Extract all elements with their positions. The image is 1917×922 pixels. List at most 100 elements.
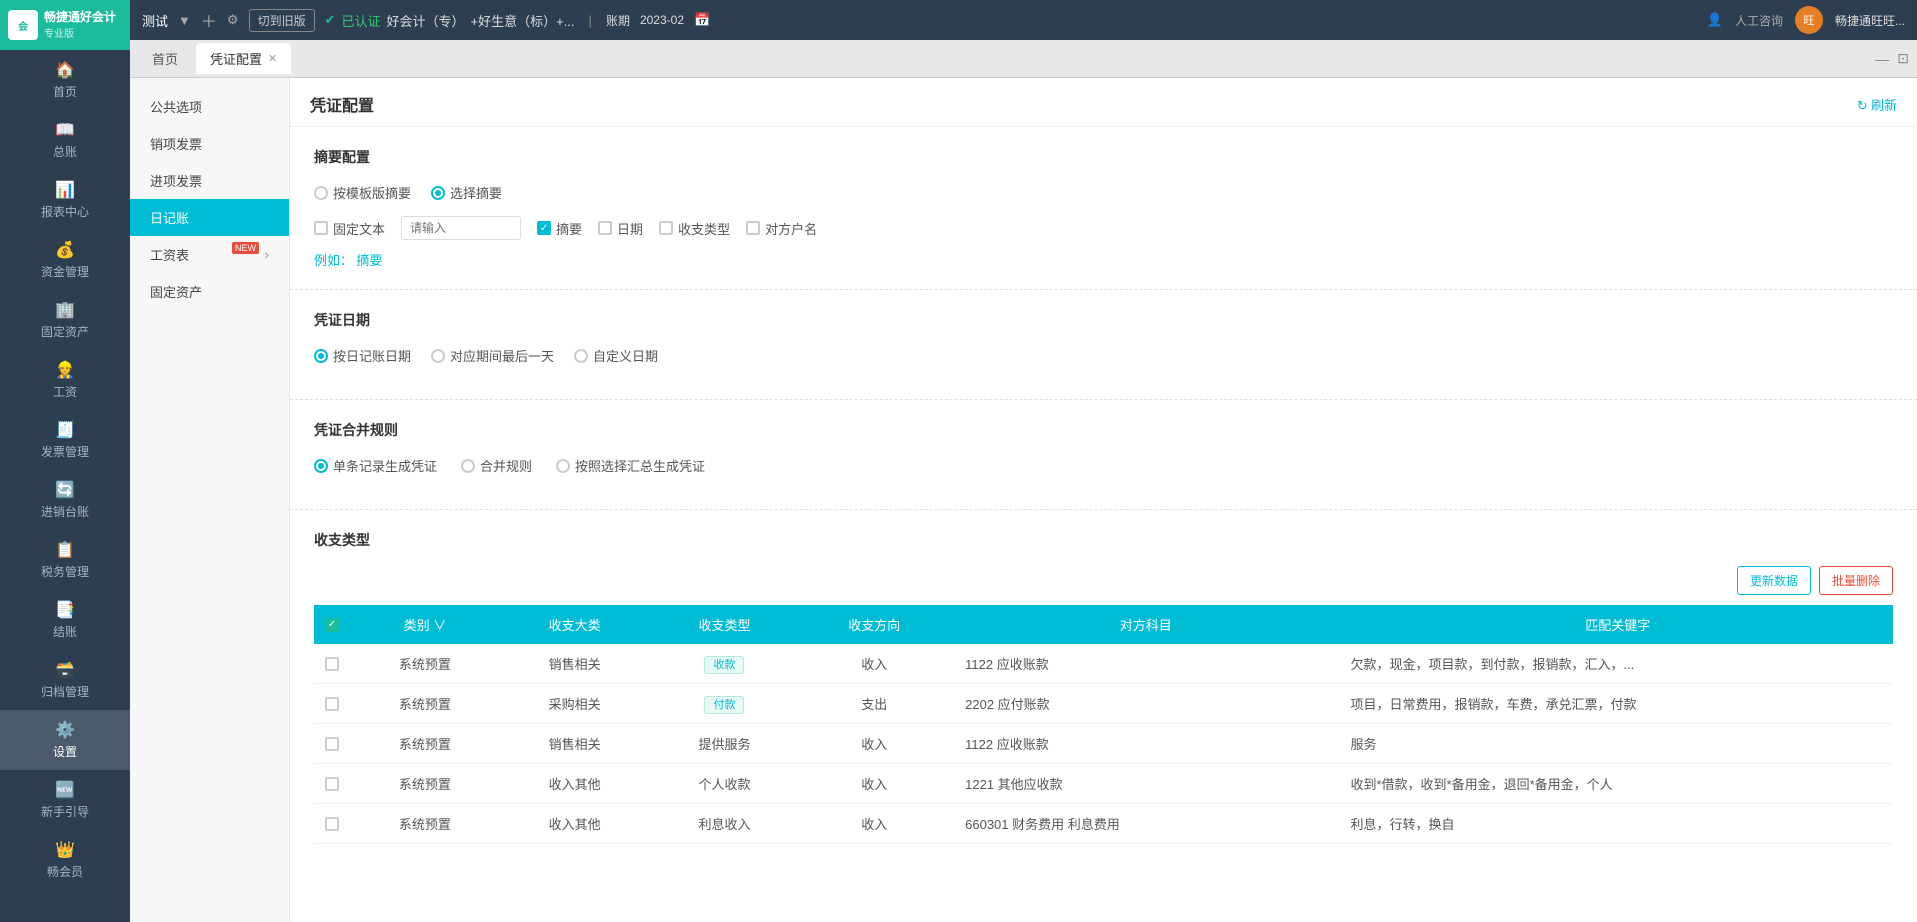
payroll-chevron-icon: ›: [265, 247, 269, 262]
income-type-table: ✓ 类别 ∨ 收支大类 收支类型 收支方向 对方科目 匹配关键字: [314, 605, 1893, 844]
income-type-checkbox[interactable]: 收支类型: [659, 219, 730, 238]
sidebar-item-closing[interactable]: 📑 结账: [0, 590, 130, 650]
summary-checkbox[interactable]: ✓ 摘要: [537, 219, 582, 238]
sidebar-item-funds[interactable]: 💰 资金管理: [0, 230, 130, 290]
window-minimize-icon[interactable]: —: [1875, 51, 1889, 67]
example-text: 例如： 摘要: [314, 250, 1893, 269]
sidebar-item-newbie[interactable]: 🆕 新手引导: [0, 770, 130, 830]
batch-delete-button[interactable]: 批量删除: [1819, 566, 1893, 595]
sidebar-item-reports[interactable]: 📊 报表中心: [0, 170, 130, 230]
left-nav-purchase-invoice[interactable]: 进项发票: [130, 162, 289, 199]
merge-radio-rule[interactable]: 合并规则: [461, 456, 532, 475]
sidebar-item-ledger[interactable]: 📖 总账: [0, 110, 130, 170]
sidebar-item-tax[interactable]: 📋 税务管理: [0, 530, 130, 590]
row4-checkbox[interactable]: [325, 777, 339, 791]
company-chevron-icon[interactable]: ▼: [178, 13, 191, 28]
topbar: 测试 ▼ ＋ ⚙ 切到旧版 ✔ 已认证 好会计（专） +好生意（标）+... |…: [130, 0, 1917, 40]
app-logo: 会 畅捷通好会计 专业版: [0, 0, 130, 50]
closing-icon: 📑: [55, 600, 75, 620]
new-badge: NEW: [232, 242, 259, 254]
merge-rule-circle: [461, 459, 475, 473]
col-sub-type: 收支类型: [650, 605, 800, 644]
counterparty-checkbox[interactable]: 对方户名: [746, 219, 817, 238]
summary-section: 摘要配置 按模板版摘要 选择摘要 固定文本: [290, 127, 1917, 290]
update-data-button[interactable]: 更新数据: [1737, 566, 1811, 595]
page-header: 凭证配置 ↻ 刷新: [290, 78, 1917, 127]
merge-radio-single[interactable]: 单条记录生成凭证: [314, 456, 437, 475]
table-actions: 更新数据 批量删除: [314, 566, 1893, 595]
topbar-gear-icon[interactable]: ⚙: [227, 12, 239, 28]
left-nav-journal[interactable]: 日记账: [130, 199, 289, 236]
left-nav-fixed-assets[interactable]: 固定资产: [130, 273, 289, 310]
sidebar-item-archive[interactable]: 🗃️ 归档管理: [0, 650, 130, 710]
sidebar-item-home[interactable]: 🏠 首页: [0, 50, 130, 110]
fixed-text-checkbox[interactable]: 固定文本: [314, 219, 385, 238]
ledger-icon: 📖: [55, 120, 75, 140]
date-section-title: 凭证日期: [314, 310, 1893, 330]
period-label: 账期: [606, 12, 630, 29]
calendar-icon[interactable]: 📅: [694, 12, 710, 28]
date-section: 凭证日期 按日记账日期 对应期间最后一天 自定义日期: [290, 290, 1917, 400]
sidebar-item-assets[interactable]: 🏢 固定资产: [0, 290, 130, 350]
certified-badge: 已认证: [341, 11, 380, 30]
row1-checkbox[interactable]: [325, 657, 339, 671]
company-name: 测试: [142, 11, 168, 30]
date-radio-period-end[interactable]: 对应期间最后一天: [431, 346, 554, 365]
date-radio-journal[interactable]: 按日记账日期: [314, 346, 411, 365]
summary-section-title: 摘要配置: [314, 147, 1893, 167]
left-nav-payroll[interactable]: 工资表 NEW ›: [130, 236, 289, 273]
add-icon[interactable]: ＋: [201, 8, 217, 32]
summary-radio-select[interactable]: 选择摘要: [431, 183, 502, 202]
date-checkbox[interactable]: 日期: [598, 219, 643, 238]
row3-checkbox[interactable]: [325, 737, 339, 751]
fixed-text-input[interactable]: [401, 216, 521, 240]
switch-version-button[interactable]: 切到旧版: [249, 9, 315, 32]
row1-tag-button[interactable]: 收款: [704, 656, 744, 674]
left-nav-sales-invoice[interactable]: 销项发票: [130, 125, 289, 162]
col-account: 对方科目: [949, 605, 1342, 644]
sidebar-item-purchase-sales[interactable]: 🔄 进销台账: [0, 470, 130, 530]
tax-icon: 📋: [55, 540, 75, 560]
row2-checkbox[interactable]: [325, 697, 339, 711]
row2-tag-button[interactable]: 付款: [704, 696, 744, 714]
date-radio-custom[interactable]: 自定义日期: [574, 346, 658, 365]
left-nav-public[interactable]: 公共选项: [130, 88, 289, 125]
sort-icon: ∨: [433, 618, 446, 633]
main-content: 凭证配置 ↻ 刷新 摘要配置 按模板版摘要 选择摘要: [290, 78, 1917, 922]
sidebar-item-invoice[interactable]: 🧾 发票管理: [0, 410, 130, 470]
main-area: 测试 ▼ ＋ ⚙ 切到旧版 ✔ 已认证 好会计（专） +好生意（标）+... |…: [130, 0, 1917, 922]
select-all-checkbox[interactable]: ✓: [325, 618, 339, 632]
tab-voucher-config[interactable]: 凭证配置 ✕: [196, 43, 291, 74]
custom-date-circle: [574, 349, 588, 363]
counterparty-box: [746, 221, 760, 235]
tabbar: 首页 凭证配置 ✕ — ⊡: [130, 40, 1917, 78]
invoice-icon: 🧾: [55, 420, 75, 440]
tab-home[interactable]: 首页: [138, 43, 192, 74]
sidebar-item-salary[interactable]: 👷 工资: [0, 350, 130, 410]
business-badge: +好生意（标）+...: [471, 11, 575, 30]
table-row: 系统预置 收入其他 个人收款 收入 1221 其他应收款 收到*借款，收到*备用…: [314, 764, 1893, 804]
summary-radio-template[interactable]: 按模板版摘要: [314, 183, 411, 202]
refresh-button[interactable]: ↻ 刷新: [1857, 95, 1897, 114]
table-row: 系统预置 销售相关 提供服务 收入 1122 应收账款 服务: [314, 724, 1893, 764]
settings-icon: ⚙️: [55, 720, 75, 740]
row5-checkbox[interactable]: [325, 817, 339, 831]
newbie-icon: 🆕: [55, 780, 75, 800]
username-label: 畅捷通旺旺...: [1835, 12, 1905, 29]
help-button[interactable]: 人工咨询: [1735, 12, 1783, 29]
window-maximize-icon[interactable]: ⊡: [1897, 50, 1909, 67]
summary-radio-group: 按模板版摘要 选择摘要: [314, 183, 1893, 202]
summary-gen-circle: [556, 459, 570, 473]
single-record-circle: [314, 459, 328, 473]
sidebar-item-member[interactable]: 👑 畅会员: [0, 830, 130, 890]
merge-section-title: 凭证合并规则: [314, 420, 1893, 440]
tab-close-icon[interactable]: ✕: [268, 52, 277, 65]
sidebar-item-settings[interactable]: ⚙️ 设置: [0, 710, 130, 770]
col-main-type: 收支大类: [500, 605, 650, 644]
summary-checkbox-group: 固定文本 ✓ 摘要 日期 收支类型: [314, 216, 1893, 240]
income-type-title: 收支类型: [314, 530, 1893, 550]
period-end-circle: [431, 349, 445, 363]
reports-icon: 📊: [55, 180, 75, 200]
merge-radio-summary[interactable]: 按照选择汇总生成凭证: [556, 456, 705, 475]
content-wrapper: 公共选项 销项发票 进项发票 日记账 工资表 NEW › 固定资产: [130, 78, 1917, 922]
